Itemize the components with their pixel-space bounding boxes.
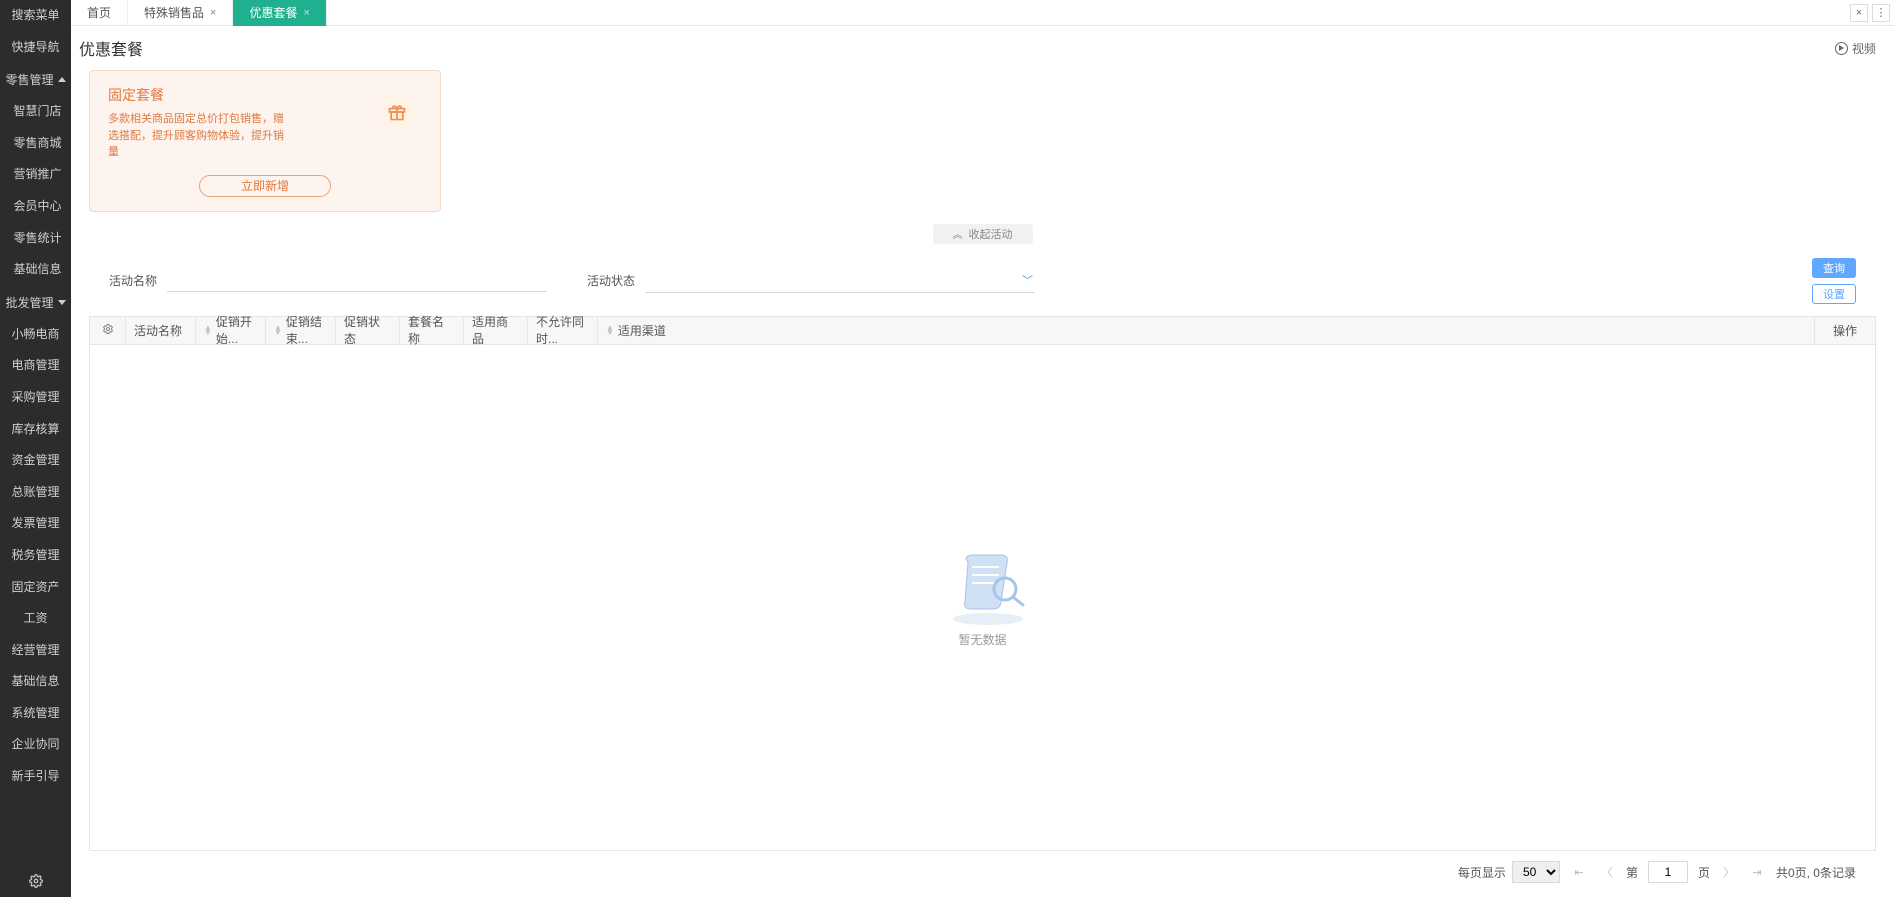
tab-close-all[interactable]: × [1850,4,1868,22]
per-page-label: 每页显示 [1458,864,1506,881]
sidebar-settings[interactable] [0,868,71,897]
sidebar-item-purchase[interactable]: 采购管理 [0,382,71,414]
page-prefix: 第 [1626,864,1638,881]
tab-more[interactable]: ⋮ [1872,4,1890,22]
chevron-up-icon: ︽ [953,226,963,241]
th-promo-start[interactable]: ▲▼促销开始... [196,317,266,344]
next-page-button[interactable]: 〉 [1720,863,1738,881]
pagination: 每页显示 50 ⇤ 〈 第 页 〉 ⇥ 共0页, 0条记录 [89,851,1876,887]
create-package-button[interactable]: 立即新增 [199,175,331,197]
sidebar-item-xiaochang[interactable]: 小畅电商 [0,319,71,351]
filter-label: 活动名称 [109,272,157,289]
promo-title: 固定套餐 [108,85,422,105]
collapse-activities-button[interactable]: ︽ 收起活动 [933,224,1033,244]
filter-bar: 活动名称 活动状态 ﹀ 查询 设置 [89,254,1876,316]
tab-label: 首页 [87,4,111,21]
promo-card-fixed-package: 固定套餐 多款相关商品固定总价打包销售，赠选搭配，提升顾客购物体验，提升销量 立… [89,70,441,212]
sidebar-item-enterprise[interactable]: 企业协同 [0,729,71,761]
page-input[interactable] [1648,861,1688,883]
sidebar-item-basic2[interactable]: 基础信息 [0,666,71,698]
sidebar-item-member[interactable]: 会员中心 [0,191,71,223]
play-circle-icon [1835,42,1848,55]
query-button[interactable]: 查询 [1812,258,1856,278]
sidebar-item-ecommerce[interactable]: 电商管理 [0,350,71,382]
filter-label: 活动状态 [587,272,635,289]
tab-promo-package[interactable]: 优惠套餐 × [233,0,326,26]
settings-button[interactable]: 设置 [1812,284,1856,304]
sidebar-item-retailmall[interactable]: 零售商城 [0,128,71,160]
last-page-button[interactable]: ⇥ [1748,863,1766,881]
th-not-concurrent[interactable]: 不允许同时... [528,317,598,344]
sidebar-item-system[interactable]: 系统管理 [0,698,71,730]
sidebar-item-newbie[interactable]: 新手引导 [0,761,71,793]
th-promo-end[interactable]: ▲▼促销结束... [266,317,336,344]
gear-icon [102,323,114,338]
close-icon[interactable]: × [210,7,216,19]
sidebar-quicknav[interactable]: 快捷导航 [0,32,71,64]
gear-icon [29,877,43,891]
collapse-label: 收起活动 [969,226,1013,242]
sidebar-item-salary[interactable]: 工资 [0,603,71,635]
th-channel[interactable]: ▲▼适用渠道 [598,317,1815,344]
activity-status-select[interactable]: ﹀ [645,268,1035,293]
page-size-select[interactable]: 50 [1512,861,1560,883]
sidebar-item-marketing[interactable]: 营销推广 [0,159,71,191]
sidebar-item-smartstore[interactable]: 智慧门店 [0,96,71,128]
sidebar-group-wholesale-label: 批发管理 [5,294,53,311]
sidebar-search[interactable]: 搜索菜单 [0,0,71,32]
prev-page-button[interactable]: 〈 [1598,863,1616,881]
pagination-summary: 共0页, 0条记录 [1776,864,1856,881]
empty-text: 暂无数据 [958,631,1006,648]
tab-special-sales[interactable]: 特殊销售品 × [128,0,233,26]
tab-bar: 首页 特殊销售品 × 优惠套餐 × × ⋮ [71,0,1894,26]
chevron-down-icon [58,300,66,305]
tab-home[interactable]: 首页 [71,0,128,26]
tab-label: 特殊销售品 [144,4,204,21]
th-activity-name[interactable]: 活动名称 [126,317,196,344]
sidebar-item-ledger[interactable]: 总账管理 [0,477,71,509]
page-title-row: 优惠套餐 视频 [71,26,1894,70]
promo-description: 多款相关商品固定总价打包销售，赠选搭配，提升顾客购物体验，提升销量 [108,111,288,161]
sidebar-group-wholesale[interactable]: 批发管理 [0,286,71,319]
table-body-empty: 暂无数据 [90,345,1875,851]
activity-name-input[interactable] [167,269,547,292]
sidebar-item-inventory[interactable]: 库存核算 [0,414,71,446]
chevron-up-icon [58,77,66,82]
th-operation: 操作 [1815,317,1875,344]
sidebar-item-funds[interactable]: 资金管理 [0,445,71,477]
data-table: 活动名称 ▲▼促销开始... ▲▼促销结束... 促销状态 套餐名称 适用商品 … [89,316,1876,852]
close-icon[interactable]: × [303,7,309,19]
tab-label: 优惠套餐 [249,4,297,21]
first-page-button[interactable]: ⇤ [1570,863,1588,881]
th-promo-status[interactable]: 促销状态 [336,317,400,344]
page-title: 优惠套餐 [79,36,143,60]
gift-icon [378,93,416,131]
table-header: 活动名称 ▲▼促销开始... ▲▼促销结束... 促销状态 套餐名称 适用商品 … [90,317,1875,345]
sidebar-item-fixedassets[interactable]: 固定资产 [0,572,71,604]
video-tutorial-link[interactable]: 视频 [1835,40,1876,57]
sidebar-item-invoice[interactable]: 发票管理 [0,508,71,540]
sidebar: 搜索菜单 快捷导航 零售管理 智慧门店 零售商城 营销推广 会员中心 零售统计 … [0,0,71,897]
sidebar-item-business[interactable]: 经营管理 [0,635,71,667]
sidebar-item-tax[interactable]: 税务管理 [0,540,71,572]
chevron-down-icon: ﹀ [1022,272,1033,288]
sidebar-item-retailstats[interactable]: 零售统计 [0,223,71,255]
th-applicable-goods[interactable]: 适用商品 [464,317,528,344]
th-package-name[interactable]: 套餐名称 [400,317,464,344]
column-settings[interactable] [90,317,126,344]
filter-activity-name: 活动名称 [109,269,547,292]
sidebar-group-retail-label: 零售管理 [5,71,53,88]
sidebar-group-retail[interactable]: 零售管理 [0,63,71,96]
page-suffix: 页 [1698,864,1710,881]
filter-activity-status: 活动状态 ﹀ [587,268,1035,293]
sidebar-item-basicinfo[interactable]: 基础信息 [0,254,71,286]
empty-state-icon [943,547,1023,617]
main-content: 首页 特殊销售品 × 优惠套餐 × × ⋮ 优惠套餐 视频 [71,0,1894,897]
video-label: 视频 [1852,40,1876,57]
